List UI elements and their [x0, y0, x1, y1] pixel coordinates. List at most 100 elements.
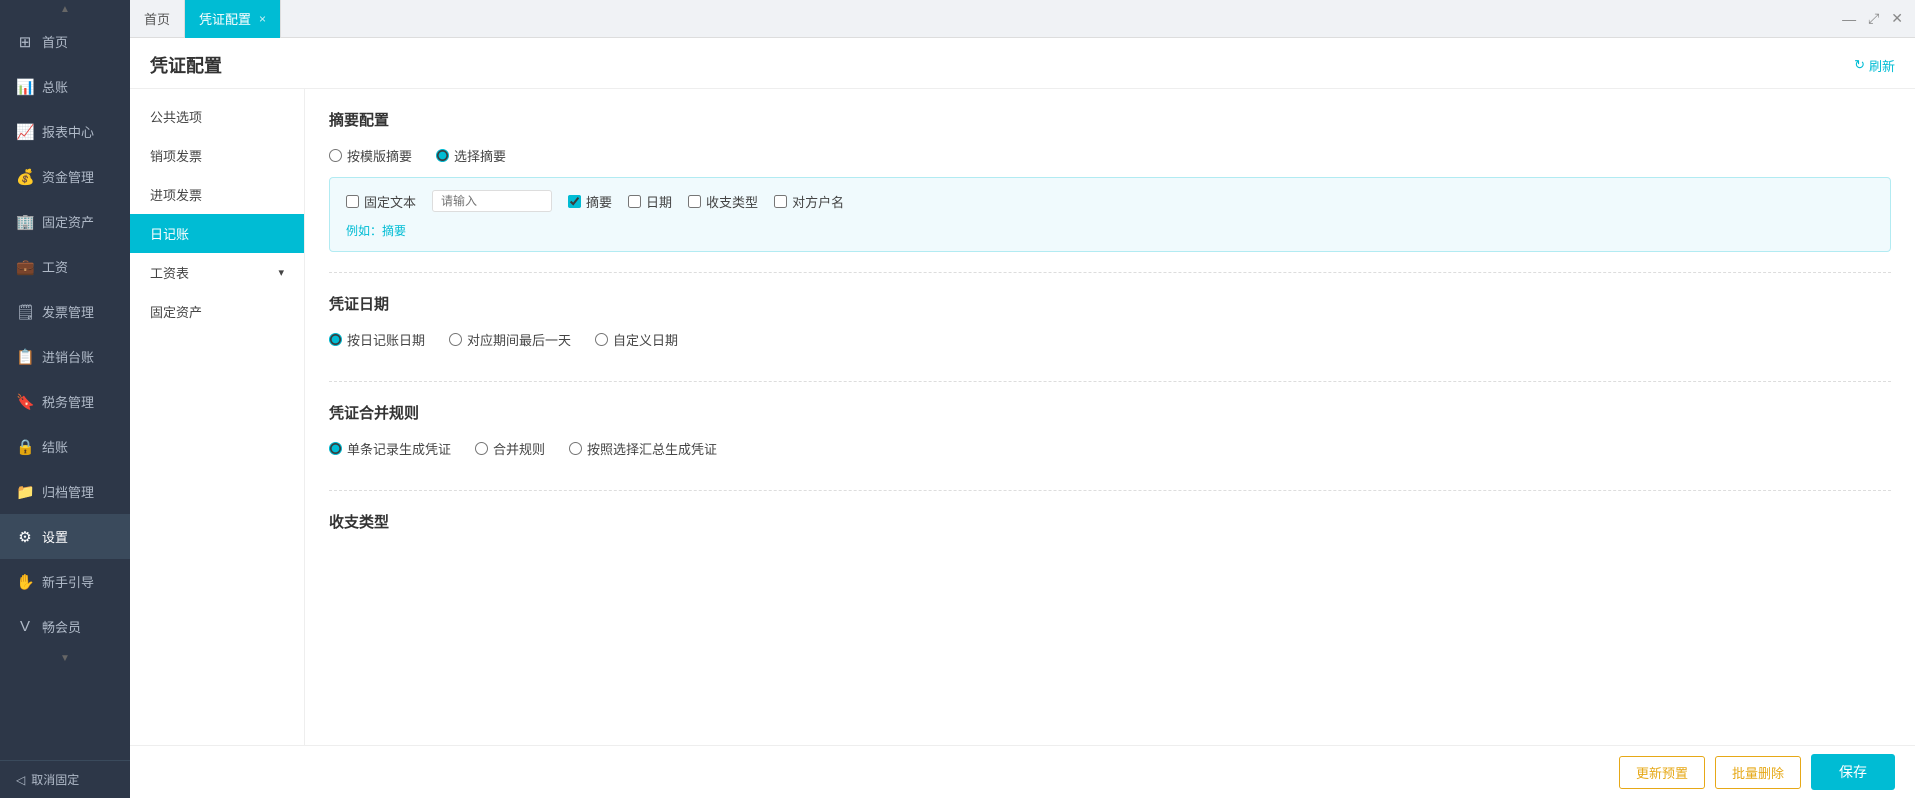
sidebar-item-vip[interactable]: V 畅会员 [0, 604, 130, 649]
trade-icon: 📋 [16, 348, 34, 366]
tab-voucher-config[interactable]: 凭证配置 × [185, 0, 281, 38]
radio-period-last[interactable]: 对应期间最后一天 [449, 330, 571, 349]
tab-home[interactable]: 首页 [130, 0, 185, 38]
nav-label-journal: 日记账 [150, 224, 189, 243]
checkbox-summary-input[interactable] [568, 195, 581, 208]
assets-icon: 🏢 [16, 213, 34, 231]
radio-merge-rule-input[interactable] [475, 442, 488, 455]
sidebar-scroll-up[interactable]: ▲ [0, 0, 130, 19]
radio-journal-date[interactable]: 按日记账日期 [329, 330, 425, 349]
update-preview-button[interactable]: 更新预置 [1619, 756, 1705, 789]
batch-delete-button[interactable]: 批量删除 [1715, 756, 1801, 789]
radio-template-label: 按模版摘要 [347, 146, 412, 165]
tax-icon: 🔖 [16, 393, 34, 411]
sidebar-item-ledger[interactable]: 📊 总账 [0, 64, 130, 109]
save-button[interactable]: 保存 [1811, 754, 1895, 790]
sidebar-item-funds[interactable]: 💰 资金管理 [0, 154, 130, 199]
income-expense-title: 收支类型 [329, 511, 1891, 532]
maximize-button[interactable]: ⤢ [1864, 8, 1883, 29]
radio-custom-date-input[interactable] [595, 333, 608, 346]
summary-section: 摘要配置 按模版摘要 选择摘要 固定文本 [329, 109, 1891, 273]
radio-select-merge-input[interactable] [569, 442, 582, 455]
refresh-button[interactable]: ↻ 刷新 [1854, 56, 1895, 75]
sidebar-item-assets[interactable]: 🏢 固定资产 [0, 199, 130, 244]
nav-item-public[interactable]: 公共选项 [130, 97, 304, 136]
radio-select-merge[interactable]: 按照选择汇总生成凭证 [569, 439, 717, 458]
nav-label-sales: 销项发票 [150, 146, 202, 165]
checkbox-counterparty-input[interactable] [774, 195, 787, 208]
radio-single-record[interactable]: 单条记录生成凭证 [329, 439, 451, 458]
sidebar-item-trade[interactable]: 📋 进销台账 [0, 334, 130, 379]
nav-item-fixed-assets[interactable]: 固定资产 [130, 292, 304, 331]
nav-item-payroll[interactable]: 工资表 ▾ [130, 253, 304, 292]
close-window-button[interactable]: ✕ [1887, 8, 1907, 29]
radio-select-summary[interactable]: 选择摘要 [436, 146, 506, 165]
sidebar-item-guide[interactable]: ✋ 新手引导 [0, 559, 130, 604]
checkbox-fixed-text[interactable]: 固定文本 [346, 192, 416, 211]
checkbox-fixed-text-input[interactable] [346, 195, 359, 208]
checkbox-date[interactable]: 日期 [628, 192, 672, 211]
merge-radio-group: 单条记录生成凭证 合并规则 按照选择汇总生成凭证 [329, 439, 1891, 458]
sidebar-item-tax[interactable]: 🔖 税务管理 [0, 379, 130, 424]
sidebar-item-label: 税务管理 [42, 392, 94, 411]
radio-period-last-input[interactable] [449, 333, 462, 346]
checkbox-income-expense-input[interactable] [688, 195, 701, 208]
radio-merge-rule[interactable]: 合并规则 [475, 439, 545, 458]
radio-template-input[interactable] [329, 149, 342, 162]
sidebar-item-label: 报表中心 [42, 122, 94, 141]
cancel-fixed-button[interactable]: ◁ 取消固定 [0, 760, 130, 798]
sidebar-item-salary[interactable]: 💼 工资 [0, 244, 130, 289]
radio-template-summary[interactable]: 按模版摘要 [329, 146, 412, 165]
chevron-down-icon: ▾ [278, 266, 284, 279]
checkbox-counterparty-label: 对方户名 [792, 192, 844, 211]
date-section: 凭证日期 按日记账日期 对应期间最后一天 自定义日期 [329, 293, 1891, 382]
settings-icon: ⚙ [16, 528, 34, 546]
reports-icon: 📈 [16, 123, 34, 141]
radio-journal-date-input[interactable] [329, 333, 342, 346]
minimize-button[interactable]: — [1838, 9, 1860, 29]
radio-select-input[interactable] [436, 149, 449, 162]
sidebar-item-home[interactable]: ⊞ 首页 [0, 19, 130, 64]
tab-actions: — ⤢ ✕ [1838, 8, 1915, 29]
ledger-icon: 📊 [16, 78, 34, 96]
sidebar-item-reports[interactable]: 📈 报表中心 [0, 109, 130, 154]
sidebar-item-label: 进销台账 [42, 347, 94, 366]
checkbox-income-expense[interactable]: 收支类型 [688, 192, 758, 211]
close-account-icon: 🔒 [16, 438, 34, 456]
checkbox-counterparty[interactable]: 对方户名 [774, 192, 844, 211]
archive-icon: 📁 [16, 483, 34, 501]
nav-label-purchase: 进项发票 [150, 185, 202, 204]
merge-title: 凭证合并规则 [329, 402, 1891, 423]
nav-item-purchase[interactable]: 进项发票 [130, 175, 304, 214]
guide-icon: ✋ [16, 573, 34, 591]
date-title: 凭证日期 [329, 293, 1891, 314]
radio-custom-date[interactable]: 自定义日期 [595, 330, 678, 349]
sidebar-item-settings[interactable]: ⚙ 设置 [0, 514, 130, 559]
tab-close-icon[interactable]: × [259, 12, 266, 26]
vip-icon: V [16, 618, 34, 635]
sidebar-item-label: 资金管理 [42, 167, 94, 186]
sidebar-item-close[interactable]: 🔒 结账 [0, 424, 130, 469]
nav-item-sales[interactable]: 销项发票 [130, 136, 304, 175]
checkbox-summary[interactable]: 摘要 [568, 192, 612, 211]
checkbox-date-label: 日期 [646, 192, 672, 211]
sidebar-scroll-down[interactable]: ▼ [0, 649, 130, 668]
sidebar-item-archive[interactable]: 📁 归档管理 [0, 469, 130, 514]
radio-select-label: 选择摘要 [454, 146, 506, 165]
fixed-text-input[interactable] [432, 190, 552, 212]
nav-label-fixed-assets: 固定资产 [150, 302, 202, 321]
sidebar: ▲ ⊞ 首页 📊 总账 📈 报表中心 💰 资金管理 🏢 固定资产 💼 工资 🗒 … [0, 0, 130, 798]
pin-icon: ◁ [16, 773, 25, 787]
sidebar-item-label: 总账 [42, 77, 68, 96]
radio-single-record-input[interactable] [329, 442, 342, 455]
home-icon: ⊞ [16, 33, 34, 51]
tab-home-label: 首页 [144, 9, 170, 28]
left-nav: 公共选项 销项发票 进项发票 日记账 工资表 ▾ 固定资产 [130, 89, 305, 745]
sidebar-item-invoice[interactable]: 🗒 发票管理 [0, 289, 130, 334]
checkbox-date-input[interactable] [628, 195, 641, 208]
nav-item-journal[interactable]: 日记账 [130, 214, 304, 253]
tab-bar: 首页 凭证配置 × — ⤢ ✕ [130, 0, 1915, 38]
batch-delete-label: 批量删除 [1732, 766, 1784, 781]
checkbox-income-expense-label: 收支类型 [706, 192, 758, 211]
radio-single-record-label: 单条记录生成凭证 [347, 439, 451, 458]
